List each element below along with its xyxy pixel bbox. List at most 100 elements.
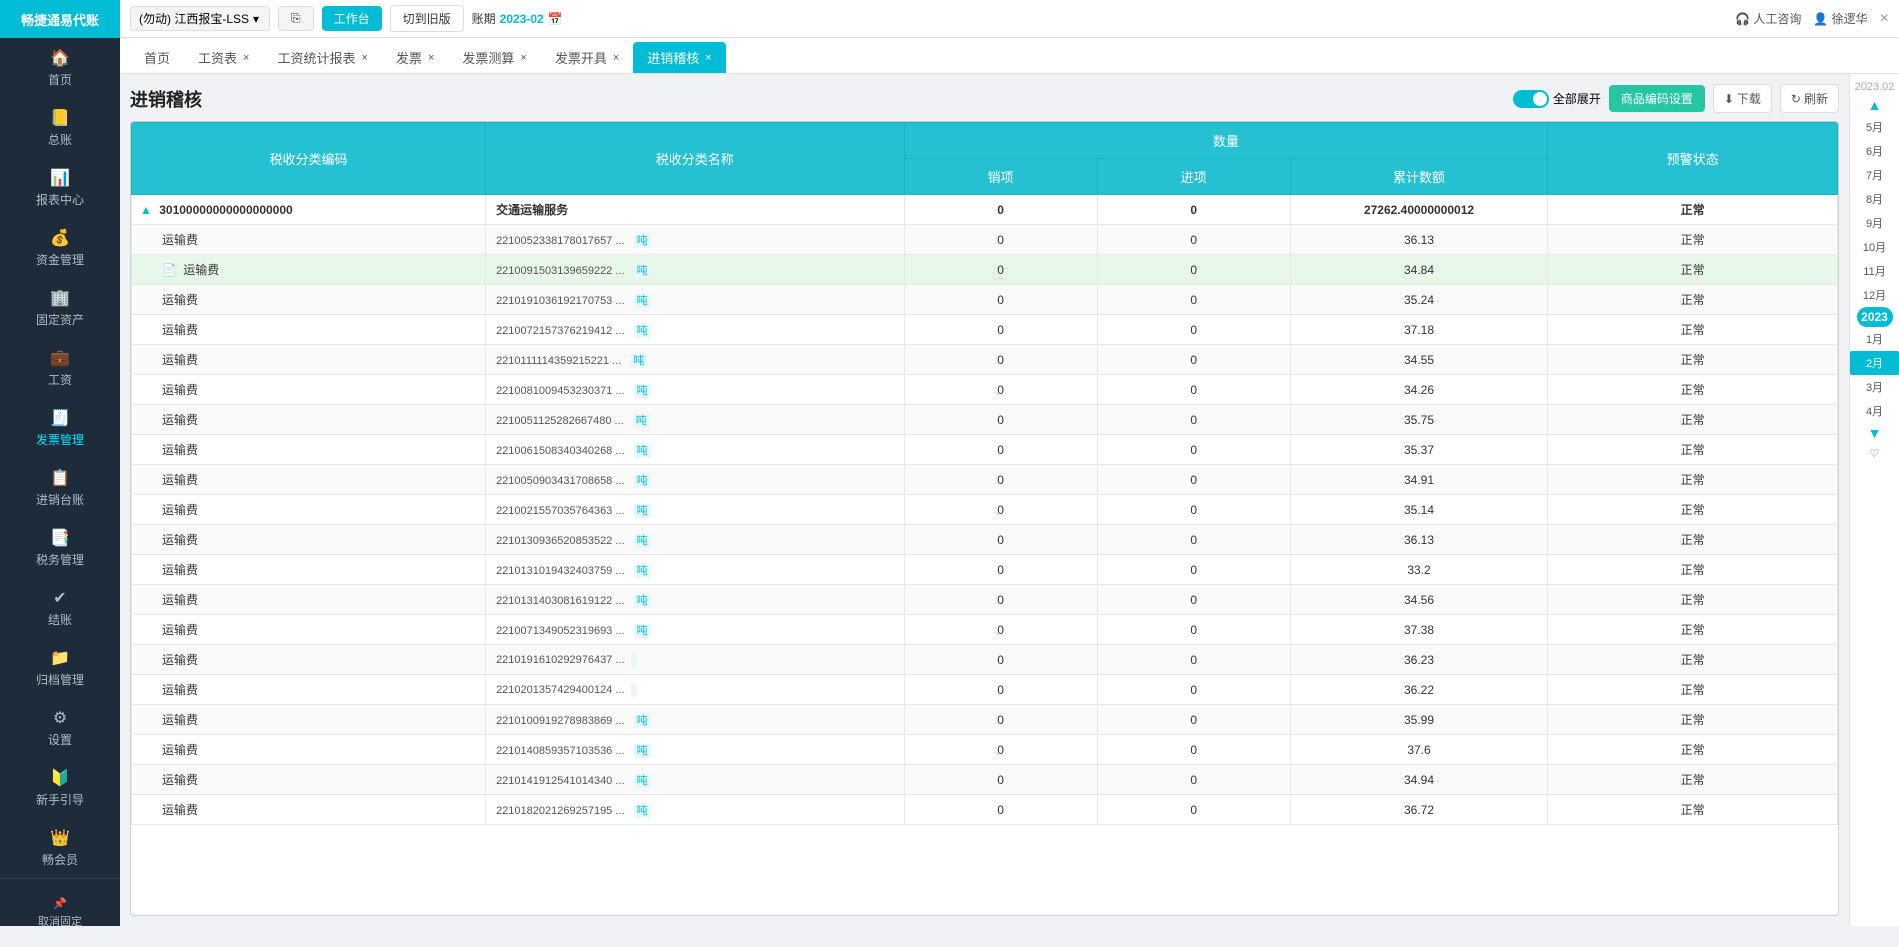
sidebar-item-sales[interactable]: 📋 进销台账 [0, 458, 120, 518]
th-quantity: 数量 [904, 123, 1548, 159]
cell-item-name: 运输费 [132, 795, 486, 825]
sidebar-item-salary[interactable]: 💼 工资 [0, 338, 120, 398]
sidebar-item-asset[interactable]: 🏢 固定资产 [0, 278, 120, 338]
month-3[interactable]: 3月 [1850, 375, 1899, 399]
month-4[interactable]: 4月 [1850, 399, 1899, 423]
month-1[interactable]: 1月 [1850, 327, 1899, 351]
cell-taxno: 2210182021269257195 ... 吨 [486, 795, 904, 825]
tab-salary-table[interactable]: 工资表 × [184, 42, 263, 73]
cell-taxno: 2210100919278983869 ... 吨 [486, 705, 904, 735]
close-button[interactable]: × [1880, 10, 1889, 28]
cell-taxno: 2210091503139659222 ... 吨 [486, 255, 904, 285]
th-warning: 预警状态 [1548, 123, 1838, 195]
cell-status: 正常 [1548, 345, 1838, 375]
tab-salary-report[interactable]: 工资统计报表 × [263, 42, 381, 73]
tab-close-icon[interactable]: × [243, 52, 249, 64]
sidebar-item-ledger[interactable]: 📒 总账 [0, 98, 120, 158]
refresh-button[interactable]: ↻ 刷新 [1780, 84, 1839, 113]
tab-reconcile[interactable]: 进销稽核 × [633, 42, 725, 73]
month-5[interactable]: 5月 [1850, 115, 1899, 139]
table-row: 运输费 2210051125282667480 ... 吨 0 0 35.75 … [132, 405, 1838, 435]
tab-close-icon[interactable]: × [613, 52, 619, 64]
tab-close-icon[interactable]: × [705, 52, 711, 64]
cell-taxno: 2210021557035764363 ... 吨 [486, 495, 904, 525]
unit-flag: 吨 [634, 444, 651, 458]
th-tax-code: 税收分类编码 [132, 123, 486, 195]
sidebar-item-member[interactable]: 👑 畅会员 [0, 818, 120, 878]
copy-button[interactable]: ⎘ [278, 6, 314, 31]
unit-flag: 吨 [634, 804, 651, 818]
toggle-track[interactable] [1513, 90, 1549, 108]
unpin-button[interactable]: 📌 取消固定 [0, 887, 120, 939]
cell-cumulative: 35.99 [1290, 705, 1548, 735]
download-button[interactable]: ⬇ 下载 [1713, 84, 1772, 113]
cell-purchase: 0 [1097, 285, 1290, 315]
support-link[interactable]: 🎧 人工咨询 [1735, 10, 1801, 27]
sidebar-item-label: 税务管理 [36, 551, 84, 568]
month-8[interactable]: 8月 [1850, 187, 1899, 211]
sidebar-item-tax[interactable]: 📑 税务管理 [0, 518, 120, 578]
current-year[interactable]: 2023 [1857, 307, 1893, 327]
month-7[interactable]: 7月 [1850, 163, 1899, 187]
tab-invoice-calc[interactable]: 发票测算 × [448, 42, 540, 73]
sidebar-item-settings[interactable]: ⚙ 设置 [0, 698, 120, 758]
month-2-active[interactable]: 2月 [1850, 351, 1899, 375]
sidebar-item-archive[interactable]: 📁 归档管理 [0, 638, 120, 698]
tab-close-icon[interactable]: × [361, 52, 367, 64]
cell-purchase: 0 [1097, 435, 1290, 465]
month-11[interactable]: 11月 [1850, 259, 1899, 283]
table-row: 运输费 2210131019432403759 ... 吨 0 0 33.2 正… [132, 555, 1838, 585]
cell-item-name: 运输费 [132, 645, 486, 675]
tab-invoice-open[interactable]: 发票开具 × [541, 42, 633, 73]
cell-cumulative: 33.2 [1290, 555, 1548, 585]
cell-status: 正常 [1548, 285, 1838, 315]
nav-up-button[interactable]: ▲ [1850, 95, 1899, 115]
sidebar-item-label: 首页 [48, 71, 72, 88]
company-selector[interactable]: (勿动) 江西报宝-LSS ▾ [130, 6, 270, 31]
collapse-icon[interactable]: ▲ [140, 203, 152, 217]
unit-flag: 吨 [633, 414, 650, 428]
sidebar-item-label: 结账 [48, 611, 72, 628]
cell-sales: 0 [904, 795, 1097, 825]
nav-down-button[interactable]: ▼ [1850, 423, 1899, 443]
goods-code-btn[interactable]: 商品编码设置 [1609, 85, 1705, 112]
cell-status: 正常 [1548, 675, 1838, 705]
tab-invoice[interactable]: 发票 × [382, 42, 448, 73]
cell-status: 正常 [1548, 195, 1838, 225]
sidebar-item-checkout[interactable]: ✔ 结账 [0, 578, 120, 638]
sidebar-item-fund[interactable]: 💰 资金管理 [0, 218, 120, 278]
switch-old-button[interactable]: 切到旧版 [390, 5, 464, 32]
sidebar-item-label: 归档管理 [36, 671, 84, 688]
cell-purchase: 0 [1097, 585, 1290, 615]
sidebar-item-report[interactable]: 📊 报表中心 [0, 158, 120, 218]
cell-status: 正常 [1548, 765, 1838, 795]
sidebar-item-invoice[interactable]: 🧾 发票管理 [0, 398, 120, 458]
table-row: 运输费 2210061508340340268 ... 吨 0 0 35.37 … [132, 435, 1838, 465]
cell-status: 正常 [1548, 495, 1838, 525]
tab-close-icon[interactable]: × [428, 52, 434, 64]
month-9[interactable]: 9月 [1850, 211, 1899, 235]
table-body: ▲ 30100000000000000000 交通运输服务 0 0 27262.… [132, 195, 1838, 825]
expand-all-toggle[interactable]: 全部展开 [1513, 90, 1601, 108]
cell-taxno: 2210130936520853522 ... 吨 [486, 525, 904, 555]
cell-item-name: 运输费 [132, 405, 486, 435]
month-10[interactable]: 10月 [1850, 235, 1899, 259]
unit-flag: 吨 [634, 234, 651, 248]
unit-flag: 吨 [634, 534, 651, 548]
settings-icon: ⚙ [53, 708, 67, 728]
unpin-icon: 📌 [53, 897, 67, 910]
workbench-button[interactable]: 工作台 [322, 6, 382, 31]
avatar-icon: 👤 [1813, 12, 1828, 26]
heart-icon[interactable]: ♡ [1850, 443, 1899, 464]
month-12[interactable]: 12月 [1850, 283, 1899, 307]
main-area: (勿动) 江西报宝-LSS ▾ ⎘ 工作台 切到旧版 账期 2023-02 📅 … [120, 0, 1899, 926]
tab-home[interactable]: 首页 [130, 42, 184, 73]
tab-close-icon[interactable]: × [520, 52, 526, 64]
sidebar-item-guide[interactable]: 🔰 新手引导 [0, 758, 120, 818]
user-avatar[interactable]: 👤 徐逻华 [1813, 10, 1867, 27]
sidebar-bottom: 📌 取消固定 [0, 878, 120, 947]
calendar-icon[interactable]: 📅 [548, 12, 563, 26]
asset-icon: 🏢 [50, 288, 70, 308]
sidebar-item-home[interactable]: 🏠 首页 [0, 38, 120, 98]
month-6[interactable]: 6月 [1850, 139, 1899, 163]
